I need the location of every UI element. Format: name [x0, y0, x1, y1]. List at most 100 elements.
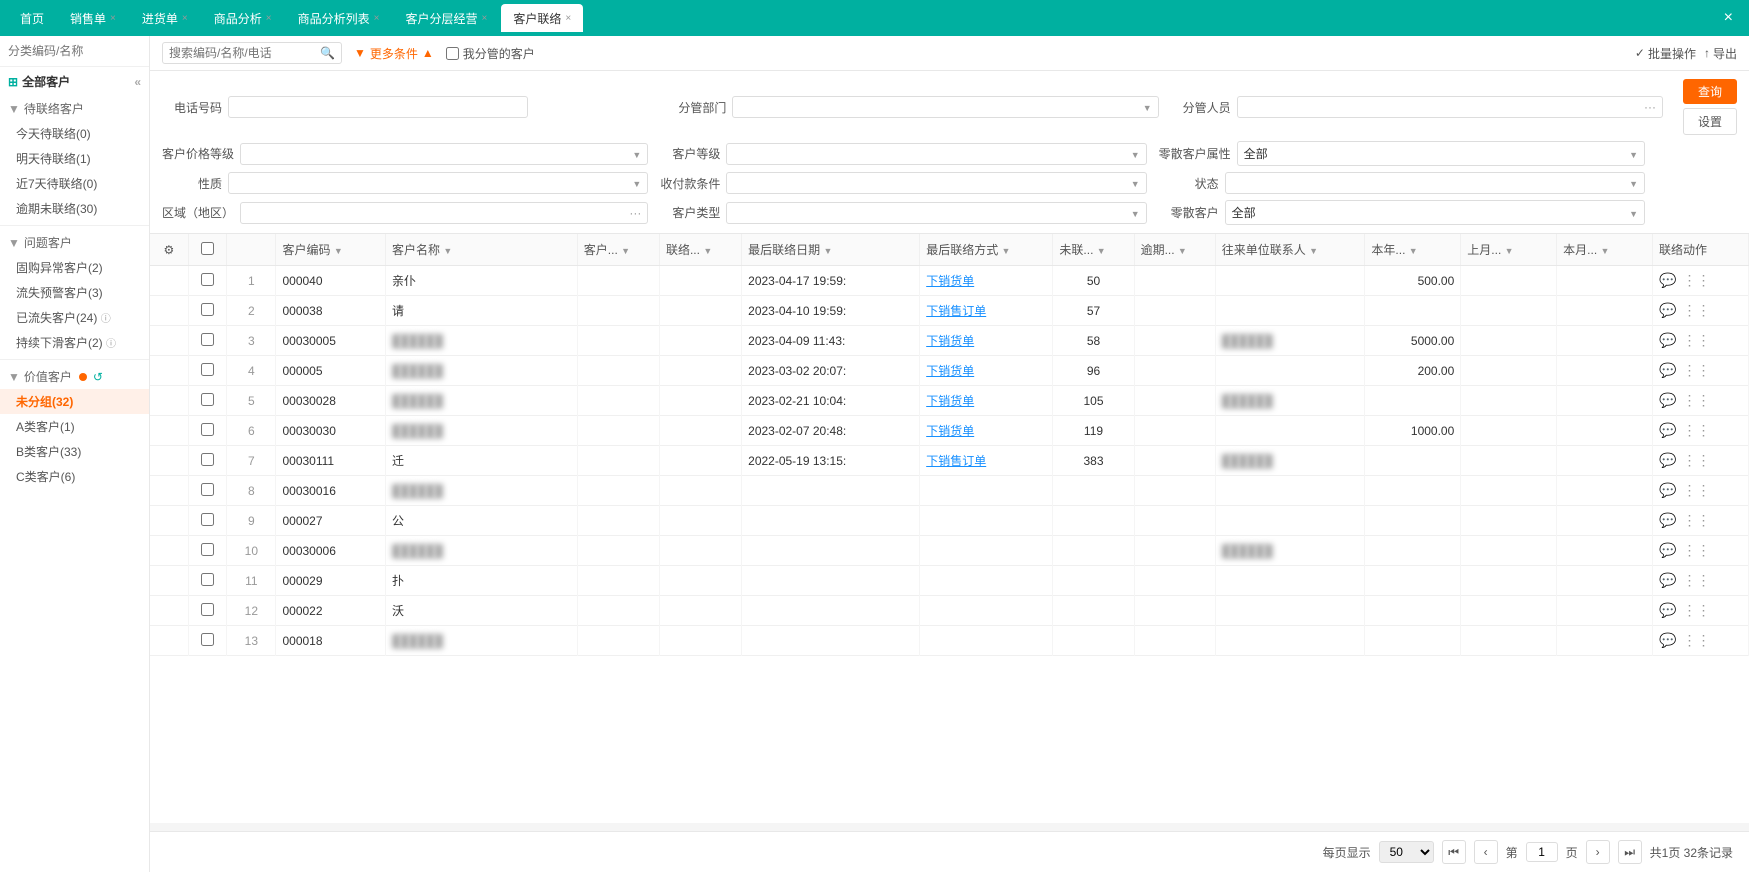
row-check[interactable] — [188, 596, 226, 626]
nav-tab-analysis-list[interactable]: 商品分析列表 × — [286, 4, 392, 32]
payment-select[interactable] — [726, 172, 1146, 194]
sidebar-item-class-c[interactable]: C类客户(6) — [0, 464, 149, 489]
chat-icon[interactable]: 💬 — [1659, 422, 1676, 439]
th-settings[interactable]: ⚙ — [150, 234, 188, 266]
manager-select[interactable]: ··· — [1237, 96, 1663, 118]
th-last-month[interactable]: 上月... — [1461, 234, 1557, 266]
close-window[interactable]: × — [1716, 9, 1741, 27]
more-action-icon[interactable]: ⋮⋮ — [1682, 332, 1710, 349]
sidebar-all-customers[interactable]: ⊞ 全部客户 « — [0, 67, 149, 96]
nature-select[interactable] — [228, 172, 648, 194]
row-check[interactable] — [188, 536, 226, 566]
chat-icon[interactable]: 💬 — [1659, 452, 1676, 469]
th-name[interactable]: 客户名称 — [386, 234, 578, 266]
my-customers-checkbox[interactable] — [446, 47, 459, 60]
sidebar-item-lost[interactable]: 已流失客户(24) ⓘ — [0, 305, 149, 330]
price-tier-select[interactable] — [240, 143, 648, 165]
th-last-method[interactable]: 最后联络方式 — [920, 234, 1053, 266]
th-partner[interactable]: 往来单位联系人 — [1215, 234, 1365, 266]
select-all-checkbox[interactable] — [201, 242, 214, 255]
row-check[interactable] — [188, 266, 226, 296]
query-button[interactable]: 查询 — [1683, 79, 1737, 104]
row-check[interactable] — [188, 356, 226, 386]
sparse-attr-select[interactable]: 全部 — [1237, 141, 1645, 166]
more-action-icon[interactable]: ⋮⋮ — [1682, 422, 1710, 439]
row-settings[interactable] — [150, 386, 188, 416]
more-action-icon[interactable]: ⋮⋮ — [1682, 602, 1710, 619]
chat-icon[interactable]: 💬 — [1659, 302, 1676, 319]
row-settings[interactable] — [150, 536, 188, 566]
collapse-icon[interactable]: « — [134, 75, 141, 89]
chat-icon[interactable]: 💬 — [1659, 512, 1676, 529]
th-year[interactable]: 本年... — [1365, 234, 1461, 266]
sidebar-item-declining[interactable]: 持续下滑客户(2) ⓘ — [0, 330, 149, 355]
more-action-icon[interactable]: ⋮⋮ — [1682, 272, 1710, 289]
th-code[interactable]: 客户编码 — [276, 234, 386, 266]
chat-icon[interactable]: 💬 — [1659, 362, 1676, 379]
row-settings[interactable] — [150, 296, 188, 326]
close-tab-purchase[interactable]: × — [182, 13, 188, 24]
more-action-icon[interactable]: ⋮⋮ — [1682, 572, 1710, 589]
sidebar-item-overdue[interactable]: 逾期未联络(30) — [0, 196, 149, 221]
sidebar-item-warning[interactable]: 流失预警客户(3) — [0, 280, 149, 305]
close-tab-customer-tier[interactable]: × — [481, 13, 487, 24]
th-type[interactable]: 客户... — [577, 234, 659, 266]
export-btn[interactable]: ↑ 导出 — [1704, 45, 1737, 62]
next-page-btn[interactable]: › — [1586, 840, 1610, 864]
nav-home[interactable]: 首页 — [8, 4, 56, 32]
row-settings[interactable] — [150, 506, 188, 536]
my-customers-check[interactable]: 我分管的客户 — [446, 45, 535, 62]
refresh-icon[interactable]: ↺ — [93, 370, 103, 384]
sidebar-item-class-a[interactable]: A类客户(1) — [0, 414, 149, 439]
customer-tier-select[interactable] — [726, 143, 1146, 165]
th-overdue[interactable]: 逾期... — [1134, 234, 1215, 266]
search-input[interactable] — [169, 46, 316, 60]
close-tab-customer-contact[interactable]: × — [565, 13, 571, 24]
row-settings[interactable] — [150, 626, 188, 656]
sidebar-item-tomorrow[interactable]: 明天待联络(1) — [0, 146, 149, 171]
chat-icon[interactable]: 💬 — [1659, 272, 1676, 289]
row-check[interactable] — [188, 326, 226, 356]
more-action-icon[interactable]: ⋮⋮ — [1682, 632, 1710, 649]
more-conditions-btn[interactable]: ▼ 更多条件 ▲ — [354, 45, 434, 62]
row-settings[interactable] — [150, 476, 188, 506]
chat-icon[interactable]: 💬 — [1659, 392, 1676, 409]
row-last-method[interactable]: 下销货单 — [920, 326, 1053, 356]
th-unlinked[interactable]: 未联... — [1053, 234, 1134, 266]
page-number-input[interactable] — [1526, 842, 1558, 862]
customer-type-select[interactable] — [726, 202, 1146, 224]
more-action-icon[interactable]: ⋮⋮ — [1682, 542, 1710, 559]
chat-icon[interactable]: 💬 — [1659, 542, 1676, 559]
row-check[interactable] — [188, 296, 226, 326]
sidebar-item-class-b[interactable]: B类客户(33) — [0, 439, 149, 464]
row-check[interactable] — [188, 626, 226, 656]
row-check[interactable] — [188, 386, 226, 416]
th-contact[interactable]: 联络... — [659, 234, 741, 266]
row-check[interactable] — [188, 476, 226, 506]
reset-button[interactable]: 设置 — [1683, 108, 1737, 135]
row-last-method[interactable]: 下销货单 — [920, 416, 1053, 446]
row-settings[interactable] — [150, 416, 188, 446]
row-check[interactable] — [188, 566, 226, 596]
dept-select[interactable] — [732, 96, 1158, 118]
close-tab-analysis[interactable]: × — [266, 13, 272, 24]
chat-icon[interactable]: 💬 — [1659, 572, 1676, 589]
status-select[interactable] — [1225, 172, 1645, 194]
sparse-customer-select[interactable]: 全部 — [1225, 200, 1645, 225]
row-settings[interactable] — [150, 596, 188, 626]
last-page-btn[interactable]: ⏭ — [1618, 840, 1642, 864]
row-last-method[interactable]: 下销货单 — [920, 266, 1053, 296]
row-settings[interactable] — [150, 446, 188, 476]
row-last-method[interactable]: 下销货单 — [920, 386, 1053, 416]
chat-icon[interactable]: 💬 — [1659, 602, 1676, 619]
th-last-date[interactable]: 最后联络日期 — [742, 234, 920, 266]
row-settings[interactable] — [150, 356, 188, 386]
page-size-select[interactable]: 50 20 100 — [1379, 841, 1434, 863]
close-tab-analysis-list[interactable]: × — [374, 13, 380, 24]
row-check[interactable] — [188, 416, 226, 446]
row-settings[interactable] — [150, 326, 188, 356]
sidebar-item-today[interactable]: 今天待联络(0) — [0, 121, 149, 146]
sidebar-item-abnormal[interactable]: 固购异常客户(2) — [0, 255, 149, 280]
more-action-icon[interactable]: ⋮⋮ — [1682, 482, 1710, 499]
th-check[interactable] — [188, 234, 226, 266]
